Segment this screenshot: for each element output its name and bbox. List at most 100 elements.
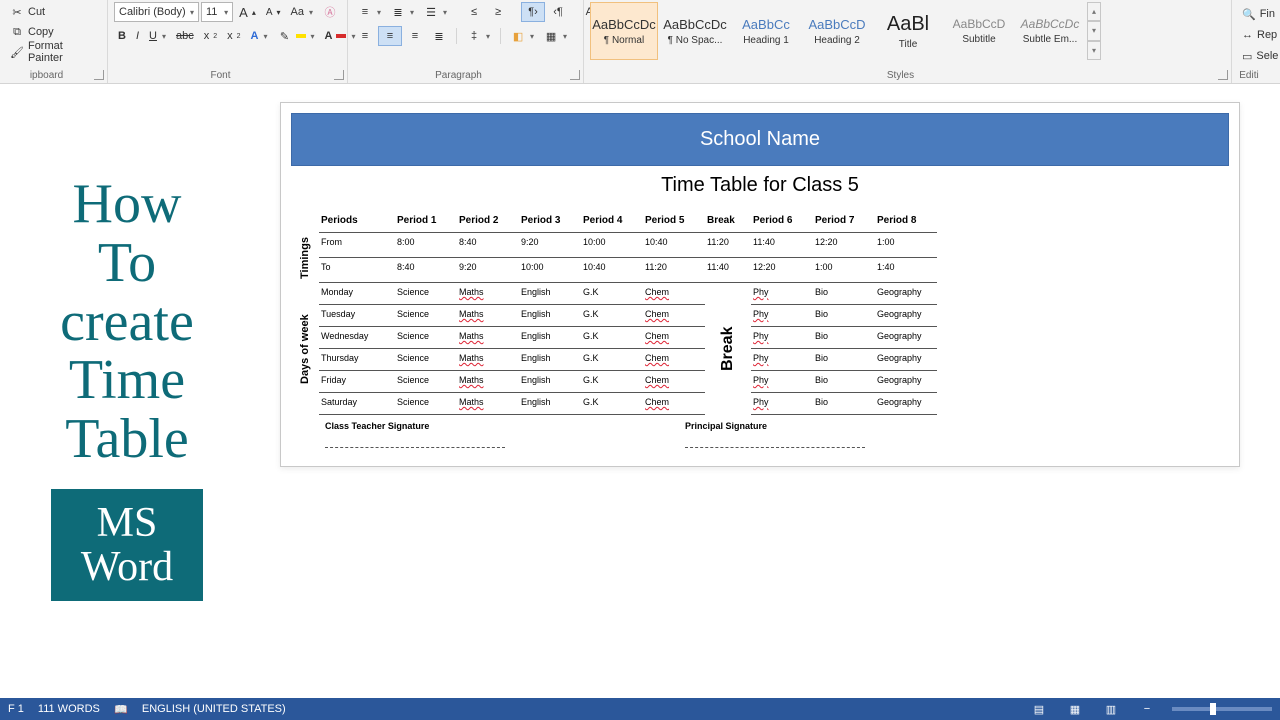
view-print-button[interactable]: ▦ [1064,701,1086,717]
status-proof-icon[interactable]: 📖 [114,702,128,716]
ltr-icon: ¶› [526,5,540,19]
view-read-button[interactable]: ▤ [1028,701,1050,717]
text-effects-button[interactable]: A▾ [247,26,272,46]
align-center-icon: ≡ [383,29,397,43]
cut-button[interactable]: ✂Cut [6,2,101,22]
numbering-icon: ≣ [391,5,405,19]
ltr-button[interactable]: ¶› [521,2,545,22]
paragraph-dialog-launcher[interactable] [570,70,580,80]
indent-icon: ≥ [491,5,505,19]
borders-button[interactable]: ▦▾ [540,26,571,46]
multilevel-button[interactable]: ☰▾ [420,2,451,22]
font-name-combo[interactable]: Calibri (Body) ▾ [114,2,199,22]
rtl-icon: ‹¶ [551,5,565,19]
font-dialog-launcher[interactable] [334,70,344,80]
sig-teacher-label: Class Teacher Signature [325,421,505,431]
underline-button[interactable]: U▾ [145,26,170,46]
justify-icon: ≣ [432,29,446,43]
bold-button[interactable]: B [114,26,130,46]
timetable-grid: PeriodsPeriod 1Period 2Period 3Period 4P… [291,211,1229,415]
chevron-down-icon: ▾ [190,8,194,17]
line-spacing-icon: ‡ [467,29,481,43]
cut-label: Cut [28,6,45,18]
rtl-button[interactable]: ‹¶ [547,2,569,22]
styles-dialog-launcher[interactable] [1218,70,1228,80]
italic-button[interactable]: I [132,26,143,46]
style-no-spacing[interactable]: AaBbCcDc¶ No Spac... [661,2,729,60]
align-right-button[interactable]: ≡ [404,26,426,46]
format-painter-button[interactable]: 🖌Format Painter [6,42,101,62]
zoom-slider[interactable] [1172,707,1272,711]
subscript-button[interactable]: x2 [200,26,221,46]
style-normal[interactable]: AaBbCcDc¶ Normal [590,2,658,60]
chevron-down-icon: ▾ [224,8,228,17]
styles-gallery[interactable]: AaBbCcDc¶ Normal AaBbCcDc¶ No Spac... Aa… [590,2,1225,74]
overlay-badge: MSWord [51,489,203,601]
group-label-paragraph: Paragraph [348,70,569,81]
status-bar: F 1 111 WORDS 📖 ENGLISH (UNITED STATES) … [0,698,1280,720]
style-heading1[interactable]: AaBbCcHeading 1 [732,2,800,60]
numbering-button[interactable]: ≣▾ [387,2,418,22]
copy-button[interactable]: ⧉Copy [6,22,101,42]
superscript-button[interactable]: x2 [223,26,244,46]
strike-button[interactable]: abc [172,26,198,46]
bullets-button[interactable]: ≡▾ [354,2,385,22]
eraser-icon: Ⓐ [323,5,337,19]
style-title[interactable]: AaBlTitle [874,2,942,60]
page: School Name Time Table for Class 5 Perio… [280,102,1240,467]
copy-icon: ⧉ [10,25,24,39]
select-icon: ▭ [1242,49,1252,63]
borders-icon: ▦ [544,29,558,43]
style-subtitle[interactable]: AaBbCcDSubtitle [945,2,1013,60]
format-painter-label: Format Painter [28,40,97,64]
thumbnail-overlay: How To create Time Table MSWord [0,84,254,692]
change-case-button[interactable]: Aa▾ [287,2,317,22]
sig-teacher-line [325,434,505,448]
align-left-button[interactable]: ≡ [354,26,376,46]
group-label-styles: Styles [584,70,1217,81]
font-name-value: Calibri (Body) [119,6,186,18]
group-styles: AaBbCcDc¶ Normal AaBbCcDc¶ No Spac... Aa… [584,0,1232,83]
replace-icon: ↔ [1242,28,1253,42]
doc-title: Time Table for Class 5 [291,174,1229,197]
highlight-icon: ✎ [278,29,292,43]
find-icon: 🔍 [1242,7,1256,21]
grow-font-button[interactable]: A▴ [235,2,260,22]
multilevel-icon: ☰ [424,5,438,19]
select-button[interactable]: ▭Sele [1238,46,1274,66]
style-heading2[interactable]: AaBbCcDHeading 2 [803,2,871,60]
align-center-button[interactable]: ≡ [378,26,402,46]
styles-scroll[interactable]: ▴▾▾ [1087,2,1101,60]
align-left-icon: ≡ [358,29,372,43]
outdent-button[interactable]: ≤ [463,2,485,22]
status-words[interactable]: 111 WORDS [38,703,100,715]
shading-button[interactable]: ◧▾ [507,26,538,46]
document-canvas[interactable]: School Name Time Table for Class 5 Perio… [254,84,1280,692]
replace-button[interactable]: ↔Rep [1238,25,1274,45]
bucket-icon: ◧ [511,29,525,43]
font-size-combo[interactable]: 11▾ [201,2,233,22]
find-button[interactable]: 🔍Fin [1238,4,1274,24]
sig-principal-line [685,434,865,448]
group-label-font: Font [108,70,333,81]
overlay-title: How To create Time Table [60,175,194,469]
indent-button[interactable]: ≥ [487,2,509,22]
zoom-out-button[interactable]: − [1136,701,1158,717]
status-page[interactable]: F 1 [8,703,24,715]
line-spacing-button[interactable]: ‡▾ [463,26,494,46]
style-subtle-em[interactable]: AaBbCcDcSubtle Em... [1016,2,1084,60]
outdent-icon: ≤ [467,5,481,19]
clipboard-dialog-launcher[interactable] [94,70,104,80]
group-font: Calibri (Body) ▾ 11▾ A▴ A▾ Aa▾ Ⓐ B I U▾ a… [108,0,348,83]
group-editing: 🔍Fin ↔Rep ▭Sele Editi [1232,0,1280,83]
status-lang[interactable]: ENGLISH (UNITED STATES) [142,703,286,715]
bullets-icon: ≡ [358,5,372,19]
view-web-button[interactable]: ▥ [1100,701,1122,717]
signature-row: Class Teacher Signature Principal Signat… [291,415,1229,448]
justify-button[interactable]: ≣ [428,26,450,46]
highlight-button[interactable]: ✎▾ [274,26,319,46]
sig-principal-label: Principal Signature [685,421,865,431]
clear-format-button[interactable]: Ⓐ [319,2,341,22]
shrink-font-button[interactable]: A▾ [262,2,285,22]
group-label-editing: Editi [1232,70,1266,81]
